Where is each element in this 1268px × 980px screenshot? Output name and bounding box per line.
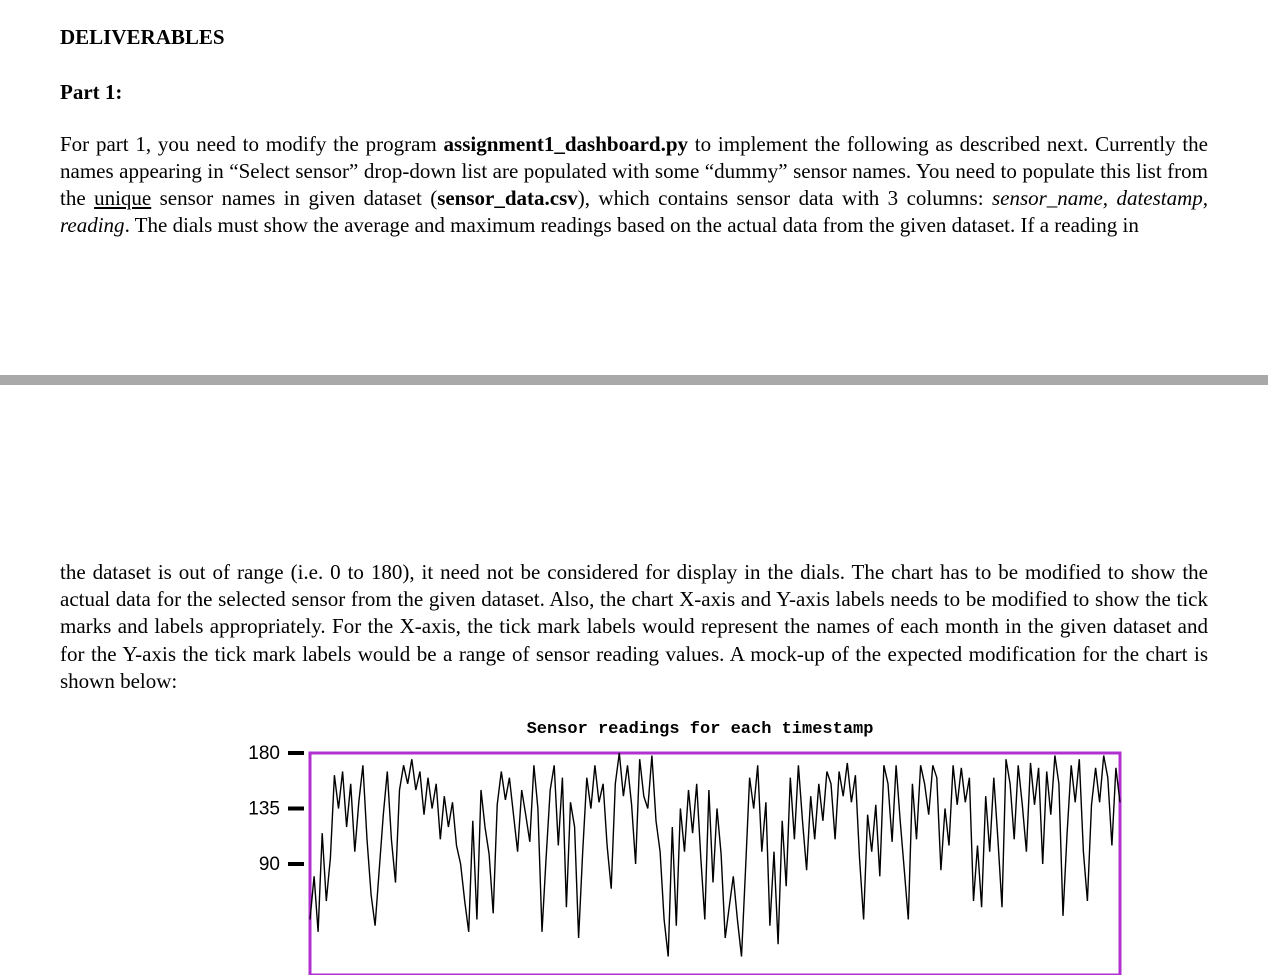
emphasis-unique: unique (94, 186, 151, 210)
chart-mockup: Sensor readings for each timestamp 90 135… (230, 719, 1208, 975)
heading-part1: Part 1: (60, 79, 1208, 106)
paragraph-1: For part 1, you need to modify the progr… (60, 131, 1208, 240)
page-break-divider (0, 375, 1268, 385)
chart-title: Sensor readings for each timestamp (290, 719, 1110, 741)
svg-text:135: 135 (248, 799, 280, 820)
text: the dataset is out of range (i.e. 0 to 1… (60, 560, 1208, 693)
text: sensor names in given dataset ( (151, 186, 437, 210)
heading-deliverables: DELIVERABLES (60, 24, 1208, 51)
chart-svg: 90 135 180 (230, 745, 1130, 975)
svg-text:180: 180 (248, 745, 280, 764)
text: ), which contains sensor data with 3 col… (578, 186, 992, 210)
text: . The dials must show the average and ma… (125, 213, 1139, 237)
svg-text:90: 90 (259, 854, 280, 875)
paragraph-2: the dataset is out of range (i.e. 0 to 1… (60, 559, 1208, 695)
text: For part 1, you need to modify the progr… (60, 132, 444, 156)
filename-program: assignment1_dashboard.py (444, 132, 688, 156)
filename-csv: sensor_data.csv (437, 186, 578, 210)
